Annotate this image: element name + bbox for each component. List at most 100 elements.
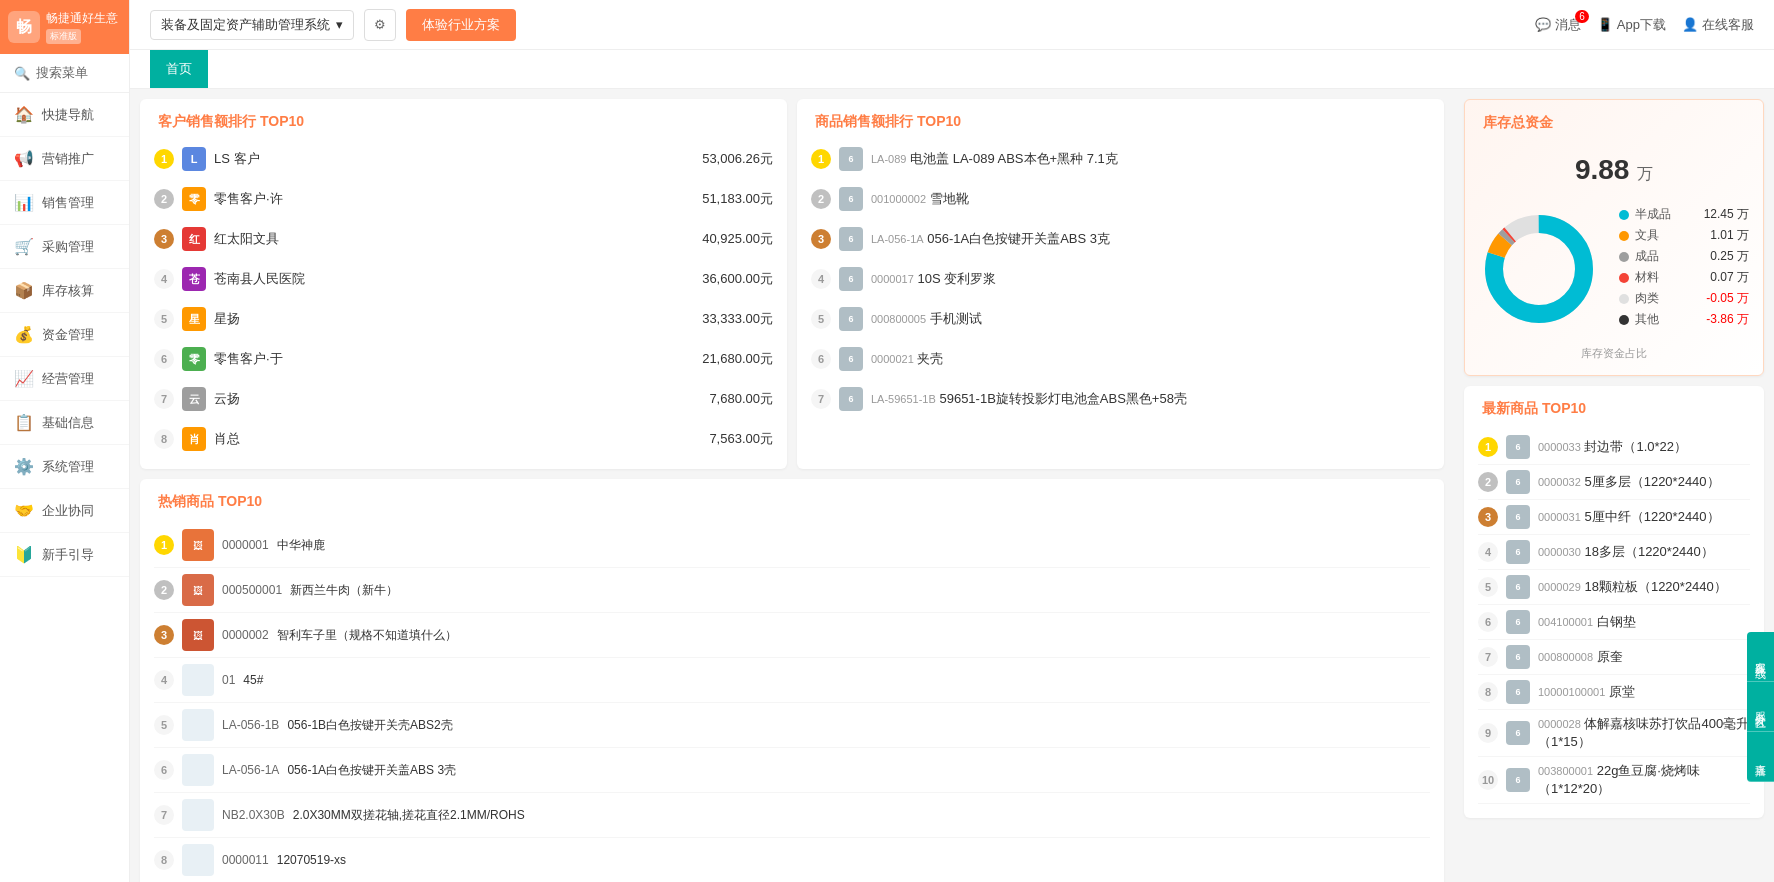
rank-number: 4 [154,670,174,690]
sidebar-item-库存核算[interactable]: 📦库存核算 [0,269,129,313]
product-badge: 6 [1506,575,1530,599]
settings-button[interactable]: ⚙ [364,9,396,41]
sidebar-item-销售管理[interactable]: 📊销售管理 [0,181,129,225]
legend-item: 其他 -3.86 万 [1619,311,1749,328]
system-selector[interactable]: 装备及固定资产辅助管理系统 ▾ [150,10,354,40]
product-code: NB2.0X30B [222,808,285,822]
product-image: 🖼 [182,619,214,651]
customer-rank-title: 客户销售额排行TOP10 [154,113,773,131]
sidebar-item-企业协同[interactable]: 🤝企业协同 [0,489,129,533]
rank-number: 6 [1478,612,1498,632]
new-product-item: 1 6 0000033 封边带（1.0*22） [1478,430,1750,465]
customer-name: 零售客户·许 [214,190,694,208]
nav-label: 快捷导航 [42,106,94,124]
legend-label: 材料 [1635,269,1704,286]
rank-number: 8 [154,850,174,870]
customer-rank-item: 6 零 零售客户·于 21,680.00元 [154,343,773,375]
header-right: 💬 消息 6 📱 App下载 👤 在线客服 [1535,16,1754,34]
app-logo: 畅 畅捷通好生意 标准版 [0,0,129,54]
search-menu[interactable]: 🔍 搜索菜单 [0,54,129,93]
rank-number: 6 [154,760,174,780]
new-product-item: 2 6 0000032 5厘多层（1220*2440） [1478,465,1750,500]
rank-number: 9 [1478,723,1498,743]
search-menu-label: 搜索菜单 [36,64,88,82]
product-badge: 6 [1506,768,1530,792]
sidebar-item-快捷导航[interactable]: 🏠 快捷导航 [0,93,129,137]
product-badge: 6 [839,387,863,411]
app-download-label: App下载 [1617,16,1666,34]
legend-label: 其他 [1635,311,1700,328]
rank-number: 2 [1478,472,1498,492]
new-product-item: 7 6 000800008 原奎 [1478,640,1750,675]
rank-number: 8 [1478,682,1498,702]
customer-rank-list: 1 L LS 客户 53,006.26元 2 零 零售客户·许 51,183.0… [154,143,773,455]
service-icon: 👤 [1682,17,1698,32]
rank-number: 5 [154,715,174,735]
product-image [182,709,214,741]
message-button[interactable]: 💬 消息 6 [1535,16,1581,34]
sidebar-item-营销推广[interactable]: 📢营销推广 [0,137,129,181]
new-product-item: 5 6 0000029 18颗粒板（1220*2440） [1478,570,1750,605]
product-name: 056-1A白色按键开关盖ABS 3壳 [287,762,456,779]
float-buttons: 客服热线服务社区直播 [1747,632,1774,782]
nav-icon: 📢 [14,149,34,168]
sidebar-item-基础信息[interactable]: 📋 基础信息 [0,401,129,445]
sidebar-item-新手引导[interactable]: 🔰新手引导 [0,533,129,577]
content-area: 客户销售额排行TOP10 1 L LS 客户 53,006.26元 2 零 零售… [130,89,1774,882]
rank-number: 4 [1478,542,1498,562]
legend-value: 12.45 万 [1704,206,1749,223]
nav-icon: 🏠 [14,105,34,124]
new-product-info: 0000031 5厘中纤（1220*2440） [1538,508,1750,526]
customer-badge: 苍 [182,267,206,291]
customer-badge: L [182,147,206,171]
new-products-card: 最新商品TOP10 1 6 0000033 封边带（1.0*22） 2 6 00… [1464,386,1764,818]
new-product-item: 9 6 0000028 体解嘉核味苏打饮品400毫升（1*15） [1478,710,1750,757]
top-header: 装备及固定资产辅助管理系统 ▾ ⚙ 体验行业方案 💬 消息 6 📱 App下载 … [130,0,1774,50]
rank-number: 7 [154,389,174,409]
new-product-item: 3 6 0000031 5厘中纤（1220*2440） [1478,500,1750,535]
sidebar-item-系统管理[interactable]: ⚙️系统管理 [0,445,129,489]
customer-value: 33,333.00元 [702,310,773,328]
legend-value: 0.25 万 [1710,248,1749,265]
customer-rank-item: 1 L LS 客户 53,006.26元 [154,143,773,175]
float-button[interactable]: 服务社区 [1747,682,1774,732]
online-service-button[interactable]: 👤 在线客服 [1682,16,1754,34]
product-name: 新西兰牛肉（新牛） [290,582,398,599]
hot-products-title: 热销商品TOP10 [154,493,1430,511]
product-badge: 6 [1506,610,1530,634]
new-product-info: 0000028 体解嘉核味苏打饮品400毫升（1*15） [1538,715,1750,751]
rank-number: 1 [154,535,174,555]
legend-value: 1.01 万 [1710,227,1749,244]
nav-icon: 📋 [14,413,34,432]
rank-number: 5 [811,309,831,329]
new-product-info: 0000029 18颗粒板（1220*2440） [1538,578,1750,596]
legend-value: -0.05 万 [1706,290,1749,307]
product-rank-card: 商品销售额排行TOP10 1 6 LA-089 电池盖 LA-089 ABS本色… [797,99,1444,469]
legend-dot [1619,210,1629,220]
nav-icon: 🛒 [14,237,34,256]
page-tabs: 首页 [130,50,1774,89]
rank-number: 5 [154,309,174,329]
sidebar-item-采购管理[interactable]: 🛒采购管理 [0,225,129,269]
new-product-info: 003800001 22g鱼豆腐·烧烤味（1*12*20） [1538,762,1750,798]
product-info: 001000002 雪地靴 [871,190,1430,208]
app-download-button[interactable]: 📱 App下载 [1597,16,1666,34]
legend-dot [1619,273,1629,283]
product-info: 0000017 10S 变利罗浆 [871,270,1430,288]
customer-rank-item: 4 苍 苍南县人民医院 36,600.00元 [154,263,773,295]
sidebar-item-资金管理[interactable]: 💰资金管理 [0,313,129,357]
sidebar-item-经营管理[interactable]: 📈经营管理 [0,357,129,401]
legend-label: 半成品 [1635,206,1698,223]
legend-dot [1619,294,1629,304]
try-button[interactable]: 体验行业方案 [406,9,516,41]
tab-home[interactable]: 首页 [150,50,208,88]
customer-value: 51,183.00元 [702,190,773,208]
customer-name: 苍南县人民医院 [214,270,694,288]
product-rank-title: 商品销售额排行TOP10 [811,113,1430,131]
nav-icon: 📦 [14,281,34,300]
float-button[interactable]: 客服热线 [1747,632,1774,682]
inventory-unit: 万 [1637,165,1653,182]
float-button[interactable]: 直播 [1747,732,1774,782]
nav-label: 基础信息 [42,414,94,432]
new-products-list: 1 6 0000033 封边带（1.0*22） 2 6 0000032 5厘多层… [1478,430,1750,804]
